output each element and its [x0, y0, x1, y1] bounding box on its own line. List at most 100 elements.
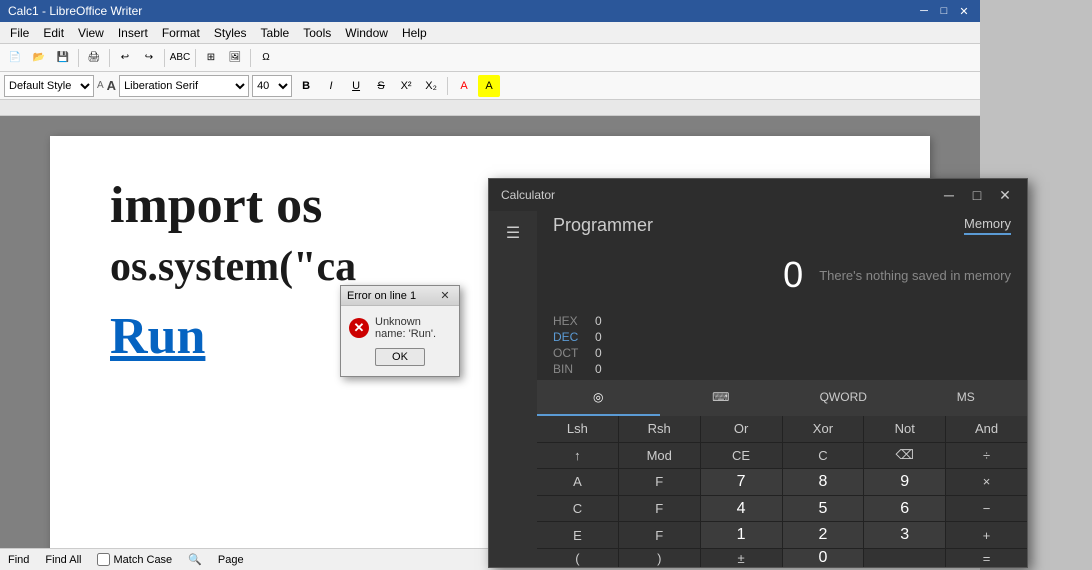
menu-insert[interactable]: Insert: [112, 24, 154, 42]
calc-btn-add[interactable]: +: [946, 522, 1027, 548]
status-page-label: Page: [218, 554, 244, 566]
redo-button[interactable]: ↪: [138, 47, 160, 69]
calc-btn-9[interactable]: 9: [864, 469, 945, 495]
calc-btn-4[interactable]: 4: [701, 496, 782, 522]
calc-btn-divide[interactable]: ÷: [946, 443, 1027, 469]
dec-value: 0: [595, 330, 1011, 344]
calc-btn-f2[interactable]: F: [619, 496, 700, 522]
menu-help[interactable]: Help: [396, 24, 433, 42]
calc-btn-and[interactable]: And: [946, 416, 1027, 442]
calculator-window: Calculator ─ □ ✕ ☰ Programmer Memory 0 T…: [488, 178, 1028, 568]
calc-btn-7[interactable]: 7: [701, 469, 782, 495]
menu-view[interactable]: View: [72, 24, 110, 42]
calc-tab-ms[interactable]: MS: [905, 380, 1028, 416]
calc-btn-c[interactable]: C: [783, 443, 864, 469]
insert-table-button[interactable]: ⊞: [200, 47, 222, 69]
error-dialog-title-bar: Error on line 1 ✕: [341, 286, 459, 306]
calc-btn-multiply[interactable]: ×: [946, 469, 1027, 495]
calc-btn-5[interactable]: 5: [783, 496, 864, 522]
open-button[interactable]: 📂: [28, 47, 50, 69]
calc-tab-keyboard[interactable]: ⌨: [660, 380, 783, 416]
calc-btn-not[interactable]: Not: [864, 416, 945, 442]
undo-button[interactable]: ↩: [114, 47, 136, 69]
calc-btn-open-paren[interactable]: (: [537, 549, 618, 567]
subscript-button[interactable]: X₂: [420, 75, 442, 97]
error-icon: ✕: [349, 318, 369, 338]
calc-btn-xor[interactable]: Xor: [783, 416, 864, 442]
insert-image-button[interactable]: 🖼: [224, 47, 246, 69]
toolbar-separator-2: [109, 49, 110, 67]
search-icon[interactable]: 🔍: [188, 553, 202, 566]
calc-title-bar: Calculator ─ □ ✕: [489, 179, 1027, 211]
save-button[interactable]: 💾: [52, 47, 74, 69]
menu-file[interactable]: File: [4, 24, 35, 42]
print-button[interactable]: 🖨: [83, 47, 105, 69]
italic-button[interactable]: I: [320, 75, 342, 97]
superscript-button[interactable]: X²: [395, 75, 417, 97]
menu-tools[interactable]: Tools: [297, 24, 337, 42]
writer-minimize-button[interactable]: ─: [916, 3, 932, 19]
calc-maximize-button[interactable]: □: [967, 185, 987, 205]
memory-empty-text: There's nothing saved in memory: [819, 268, 1011, 283]
menu-table[interactable]: Table: [255, 24, 296, 42]
calc-btn-8[interactable]: 8: [783, 469, 864, 495]
calc-btn-mod[interactable]: Mod: [619, 443, 700, 469]
status-find-all: Find All: [45, 554, 81, 566]
calc-btn-or[interactable]: Or: [701, 416, 782, 442]
calc-btn-c2[interactable]: C: [537, 496, 618, 522]
calc-btn-3[interactable]: 3: [864, 522, 945, 548]
writer-close-button[interactable]: ✕: [956, 3, 972, 19]
writer-maximize-button[interactable]: □: [936, 3, 952, 19]
calc-btn-1[interactable]: 1: [701, 522, 782, 548]
error-ok-button[interactable]: OK: [375, 348, 425, 366]
underline-button[interactable]: U: [345, 75, 367, 97]
calc-btn-close-paren[interactable]: ): [619, 549, 700, 567]
calc-close-button[interactable]: ✕: [995, 185, 1015, 205]
error-message: Unknown name: 'Run'.: [375, 316, 451, 340]
match-case-label: Match Case: [97, 553, 172, 566]
style-selector[interactable]: Default Style: [4, 75, 94, 97]
calc-btn-6[interactable]: 6: [864, 496, 945, 522]
highlight-button[interactable]: A: [478, 75, 500, 97]
font-color-button[interactable]: A: [453, 75, 475, 97]
calc-btn-f3[interactable]: F: [619, 522, 700, 548]
calc-btn-backspace[interactable]: ⌫: [864, 443, 945, 469]
match-case-checkbox[interactable]: [97, 553, 110, 566]
font-selector[interactable]: Liberation Serif: [119, 75, 249, 97]
error-content: ✕ Unknown name: 'Run'.: [349, 316, 451, 340]
bold-button[interactable]: B: [295, 75, 317, 97]
calc-btn-2[interactable]: 2: [783, 522, 864, 548]
spellcheck-button[interactable]: ABC: [169, 47, 191, 69]
status-find[interactable]: Find: [8, 554, 29, 566]
calc-btn-up[interactable]: ↑: [537, 443, 618, 469]
calc-btn-subtract[interactable]: −: [946, 496, 1027, 522]
calc-btn-lsh[interactable]: Lsh: [537, 416, 618, 442]
hamburger-icon[interactable]: ☰: [502, 219, 524, 247]
calc-tab-circle[interactable]: ◎: [537, 380, 660, 416]
calc-sidebar: ☰: [489, 211, 537, 567]
memory-tab[interactable]: Memory: [964, 216, 1011, 235]
calc-minimize-button[interactable]: ─: [939, 185, 959, 205]
calc-btn-0[interactable]: 0: [783, 549, 864, 567]
menu-window[interactable]: Window: [339, 24, 394, 42]
strikethrough-button[interactable]: S: [370, 75, 392, 97]
calc-btn-ce[interactable]: CE: [701, 443, 782, 469]
font-size-selector[interactable]: 40: [252, 75, 292, 97]
fmt-separator-1: [447, 77, 448, 95]
menu-edit[interactable]: Edit: [37, 24, 70, 42]
error-dialog-close-button[interactable]: ✕: [437, 288, 453, 304]
calc-btn-f1[interactable]: F: [619, 469, 700, 495]
menu-styles[interactable]: Styles: [208, 24, 253, 42]
calc-button-grid: Lsh Rsh Or Xor Not And ↑ Mod CE C ⌫ ÷ A …: [537, 416, 1027, 567]
special-char-button[interactable]: Ω: [255, 47, 277, 69]
calc-registers: HEX 0 DEC 0 OCT 0 BIN 0: [537, 310, 1027, 380]
calc-btn-a[interactable]: A: [537, 469, 618, 495]
new-button[interactable]: 📄: [4, 47, 26, 69]
calc-tab-qword[interactable]: QWORD: [782, 380, 905, 416]
menu-format[interactable]: Format: [156, 24, 206, 42]
calc-tabs-row: ◎ ⌨ QWORD MS: [537, 380, 1027, 416]
calc-btn-e[interactable]: E: [537, 522, 618, 548]
calc-btn-rsh[interactable]: Rsh: [619, 416, 700, 442]
calc-btn-plusminus[interactable]: ±: [701, 549, 782, 567]
calc-btn-equals[interactable]: =: [946, 549, 1027, 567]
